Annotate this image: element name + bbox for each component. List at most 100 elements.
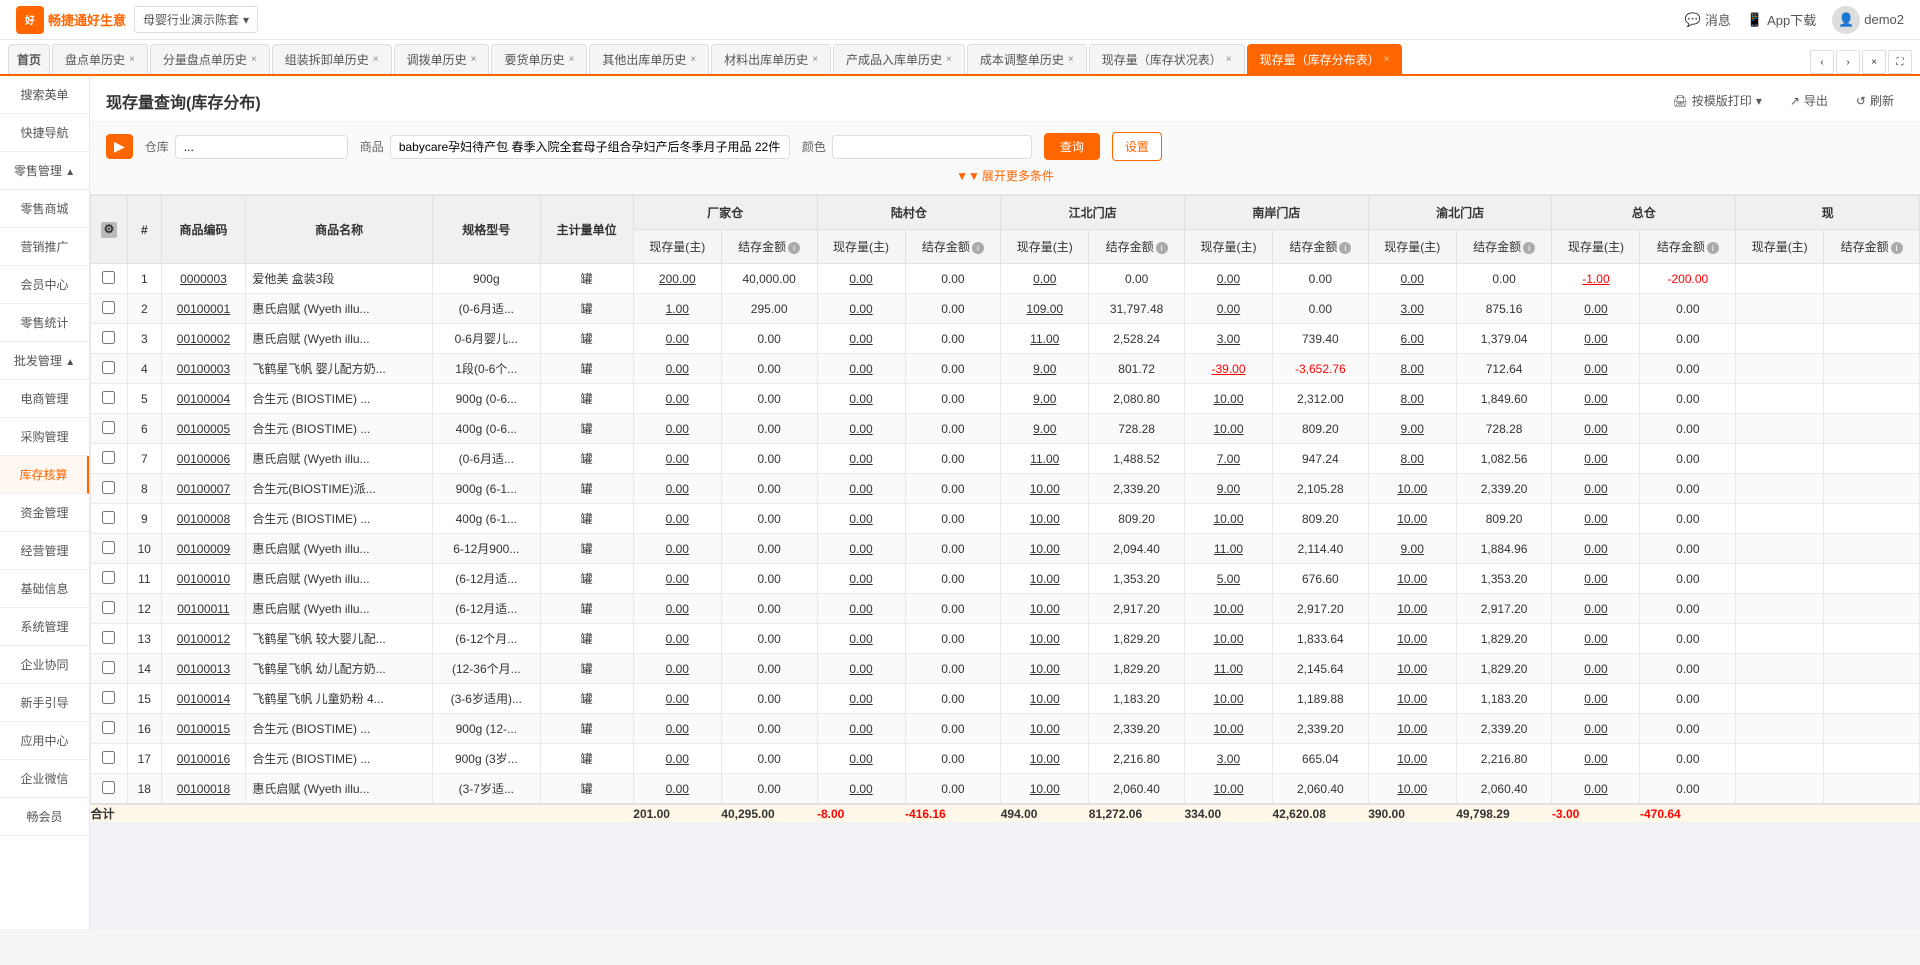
sidebar-item-search[interactable]: 搜索英单	[0, 76, 89, 114]
row-f-stock[interactable]: 0.00	[633, 624, 721, 654]
row-t-stock[interactable]: 0.00	[1552, 564, 1640, 594]
row-yb-stock[interactable]: 10.00	[1368, 504, 1456, 534]
info-icon[interactable]: i	[1523, 242, 1535, 254]
row-f-stock[interactable]: 0.00	[633, 504, 721, 534]
row-jb-stock[interactable]: 10.00	[1001, 744, 1089, 774]
row-na-stock[interactable]: 3.00	[1184, 324, 1272, 354]
row-jb-stock[interactable]: 109.00	[1001, 294, 1089, 324]
row-jb-stock[interactable]: 10.00	[1001, 504, 1089, 534]
row-t-stock[interactable]: 0.00	[1552, 324, 1640, 354]
tab-cost-adjust[interactable]: 成本调整单历史 ×	[967, 44, 1087, 74]
user-menu[interactable]: 👤 demo2	[1832, 6, 1904, 34]
row-checkbox[interactable]	[91, 474, 128, 504]
sidebar-item-basics[interactable]: 基础信息	[0, 570, 89, 608]
row-t-stock[interactable]: 0.00	[1552, 384, 1640, 414]
tab-transfer[interactable]: 调拨单历史 ×	[394, 44, 490, 74]
row-na-stock[interactable]: 10.00	[1184, 384, 1272, 414]
row-yb-stock[interactable]: 10.00	[1368, 654, 1456, 684]
row-checkbox[interactable]	[91, 354, 128, 384]
close-icon[interactable]: ×	[812, 54, 818, 65]
row-code[interactable]: 00100015	[161, 714, 246, 744]
row-t-stock[interactable]: 0.00	[1552, 654, 1640, 684]
row-yb-stock[interactable]: 9.00	[1368, 414, 1456, 444]
row-f-stock[interactable]: 0.00	[633, 714, 721, 744]
tab-assembly[interactable]: 组装拆卸单历史 ×	[272, 44, 392, 74]
row-na-stock[interactable]: 10.00	[1184, 624, 1272, 654]
close-icon[interactable]: ×	[471, 54, 477, 65]
row-checkbox[interactable]	[91, 564, 128, 594]
sidebar-item-wholesale[interactable]: 批发管理 ▲	[0, 342, 89, 380]
row-jb-stock[interactable]: 10.00	[1001, 774, 1089, 805]
row-code[interactable]: 00100012	[161, 624, 246, 654]
row-checkbox[interactable]	[91, 414, 128, 444]
row-code[interactable]: 00100008	[161, 504, 246, 534]
row-f-stock[interactable]: 0.00	[633, 564, 721, 594]
sidebar-item-operations[interactable]: 经营管理	[0, 532, 89, 570]
row-yb-stock[interactable]: 10.00	[1368, 624, 1456, 654]
row-t-stock[interactable]: 0.00	[1552, 504, 1640, 534]
row-l-stock[interactable]: 0.00	[817, 654, 905, 684]
row-code[interactable]: 00100002	[161, 324, 246, 354]
row-yb-stock[interactable]: 9.00	[1368, 534, 1456, 564]
row-yb-stock[interactable]: 10.00	[1368, 744, 1456, 774]
row-yb-stock[interactable]: 10.00	[1368, 564, 1456, 594]
row-jb-stock[interactable]: 0.00	[1001, 264, 1089, 294]
settings-button[interactable]: 设置	[1112, 132, 1162, 161]
row-yb-stock[interactable]: 10.00	[1368, 474, 1456, 504]
row-na-stock[interactable]: -39.00	[1184, 354, 1272, 384]
nav-close-all[interactable]: ×	[1862, 50, 1886, 74]
sidebar-item-inventory[interactable]: 库存核算	[0, 456, 89, 494]
row-yb-stock[interactable]: 8.00	[1368, 384, 1456, 414]
sidebar-item-mall[interactable]: 零售商城	[0, 190, 89, 228]
row-na-stock[interactable]: 0.00	[1184, 264, 1272, 294]
row-f-stock[interactable]: 0.00	[633, 414, 721, 444]
row-f-stock[interactable]: 200.00	[633, 264, 721, 294]
tab-other-out[interactable]: 其他出库单历史 ×	[589, 44, 709, 74]
row-yb-stock[interactable]: 0.00	[1368, 264, 1456, 294]
info-icon[interactable]: i	[1707, 242, 1719, 254]
row-l-stock[interactable]: 0.00	[817, 534, 905, 564]
close-icon[interactable]: ×	[1384, 54, 1390, 65]
tab-product-in[interactable]: 产成品入库单历史 ×	[833, 44, 965, 74]
row-code[interactable]: 00100005	[161, 414, 246, 444]
row-l-stock[interactable]: 0.00	[817, 444, 905, 474]
row-l-stock[interactable]: 0.00	[817, 624, 905, 654]
row-checkbox[interactable]	[91, 744, 128, 774]
row-jb-stock[interactable]: 10.00	[1001, 534, 1089, 564]
warehouse-input[interactable]	[175, 135, 348, 159]
tab-material-out[interactable]: 材料出库单历史 ×	[711, 44, 831, 74]
row-l-stock[interactable]: 0.00	[817, 744, 905, 774]
row-l-stock[interactable]: 0.00	[817, 324, 905, 354]
row-t-stock[interactable]: -1.00	[1552, 264, 1640, 294]
row-code[interactable]: 00100006	[161, 444, 246, 474]
row-na-stock[interactable]: 10.00	[1184, 774, 1272, 805]
row-yb-stock[interactable]: 10.00	[1368, 594, 1456, 624]
row-t-stock[interactable]: 0.00	[1552, 774, 1640, 805]
sidebar-item-ecommerce[interactable]: 电商管理	[0, 380, 89, 418]
print-button[interactable]: 🖨 按模版打印 ▾	[1663, 88, 1772, 113]
nav-next-arrow[interactable]: ›	[1836, 50, 1860, 74]
row-na-stock[interactable]: 10.00	[1184, 714, 1272, 744]
row-jb-stock[interactable]: 10.00	[1001, 714, 1089, 744]
row-yb-stock[interactable]: 6.00	[1368, 324, 1456, 354]
info-icon[interactable]: i	[1891, 242, 1903, 254]
row-na-stock[interactable]: 11.00	[1184, 654, 1272, 684]
tab-stock-distribution[interactable]: 现存量（库存分布表） ×	[1247, 44, 1403, 74]
close-icon[interactable]: ×	[568, 54, 574, 65]
row-checkbox[interactable]	[91, 294, 128, 324]
row-jb-stock[interactable]: 10.00	[1001, 474, 1089, 504]
row-t-stock[interactable]: 0.00	[1552, 594, 1640, 624]
sidebar-item-system[interactable]: 系统管理	[0, 608, 89, 646]
close-icon[interactable]: ×	[690, 54, 696, 65]
row-f-stock[interactable]: 0.00	[633, 534, 721, 564]
row-l-stock[interactable]: 0.00	[817, 564, 905, 594]
row-na-stock[interactable]: 0.00	[1184, 294, 1272, 324]
row-jb-stock[interactable]: 10.00	[1001, 654, 1089, 684]
row-yb-stock[interactable]: 8.00	[1368, 354, 1456, 384]
sidebar-item-collab[interactable]: 企业协同	[0, 646, 89, 684]
row-l-stock[interactable]: 0.00	[817, 714, 905, 744]
row-l-stock[interactable]: 0.00	[817, 474, 905, 504]
row-f-stock[interactable]: 0.00	[633, 444, 721, 474]
row-jb-stock[interactable]: 10.00	[1001, 564, 1089, 594]
row-t-stock[interactable]: 0.00	[1552, 744, 1640, 774]
